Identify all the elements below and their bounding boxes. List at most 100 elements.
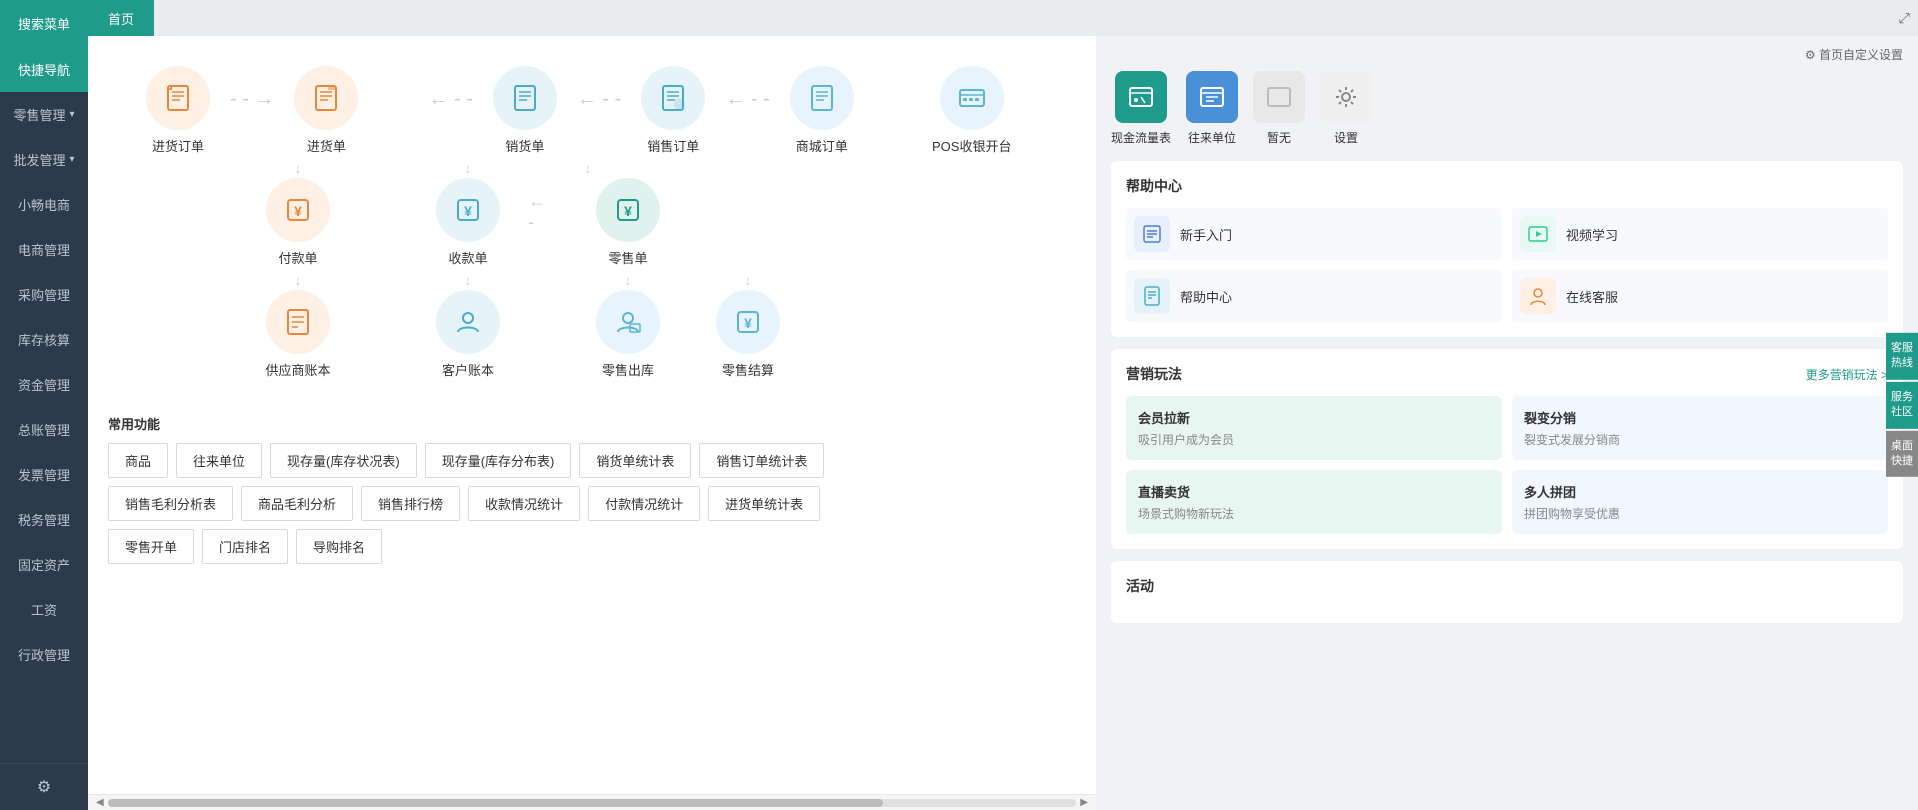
quick-icon-cashflow[interactable]: 现金流量表: [1111, 71, 1171, 146]
sales-slip-icon: [493, 66, 557, 130]
float-btn-desktop[interactable]: 桌面 快捷: [1886, 430, 1918, 477]
sidebar-item-quick-nav[interactable]: 快捷导航: [0, 47, 88, 92]
workflow-node-supplier-account[interactable]: 供应商账本: [238, 290, 358, 379]
func-btn-sales-rank[interactable]: 销售排行榜: [361, 486, 460, 521]
func-btn-retail-order[interactable]: 零售开单: [108, 529, 194, 564]
chevron-down-icon: ▾: [69, 109, 74, 120]
va2-spacer2: [358, 272, 408, 288]
workflow-node-pos[interactable]: POS收银开台: [912, 66, 1032, 155]
svg-text:¥: ¥: [294, 203, 302, 219]
payment-label: 付款单: [278, 248, 317, 267]
sidebar-search-button[interactable]: 搜索菜单: [0, 0, 88, 47]
sidebar-item-tax[interactable]: 税务管理: [0, 497, 88, 542]
sidebar-item-retail[interactable]: 零售管理 ▾: [0, 92, 88, 137]
sidebar-item-purchase[interactable]: 采购管理: [0, 272, 88, 317]
help-item-service[interactable]: 在线客服: [1512, 270, 1888, 322]
func-btn-receipt-stats[interactable]: 收款情况统计: [468, 486, 580, 521]
sidebar-item-invoice[interactable]: 发票管理: [0, 452, 88, 497]
func-btn-guide-rank[interactable]: 导购排名: [296, 529, 382, 564]
func-btn-sales-margin[interactable]: 销售毛利分析表: [108, 486, 233, 521]
workflow-node-purchase-order[interactable]: 进货订单: [118, 66, 238, 155]
arrow-h-retail: ← -: [528, 191, 548, 233]
help-item-newbie[interactable]: 新手入门: [1126, 208, 1502, 260]
quick-icon-settings[interactable]: 设置: [1320, 71, 1372, 146]
sidebar-item-inventory[interactable]: 库存核算: [0, 317, 88, 362]
vert-arrows-row1: ↓ ↓ ↓: [118, 160, 1066, 176]
help-item-video[interactable]: 视频学习: [1512, 208, 1888, 260]
func-btn-product[interactable]: 商品: [108, 443, 168, 478]
func-btn-stock-status[interactable]: 现存量(库存状况表): [270, 443, 417, 478]
group-card-title: 多人拼团: [1524, 482, 1876, 501]
float-btn-service[interactable]: 客服 热线: [1886, 333, 1918, 380]
workflow-node-customer-account[interactable]: 客户账本: [408, 290, 528, 379]
fission-card-title: 裂变分销: [1524, 408, 1876, 427]
service-icon: [1520, 278, 1556, 314]
video-label: 视频学习: [1566, 225, 1618, 244]
help-doc-icon: [1134, 278, 1170, 314]
sidebar-item-ecom[interactable]: 电商管理: [0, 227, 88, 272]
marketing-card-live[interactable]: 直播卖货 场景式购物新玩法: [1126, 470, 1502, 534]
purchase-slip-icon: [294, 66, 358, 130]
supplier-account-label: 供应商账本: [265, 360, 330, 379]
sidebar-settings-button[interactable]: ⚙: [0, 764, 88, 810]
mall-order-icon: [790, 66, 854, 130]
float-btn-community[interactable]: 服务 社区: [1886, 382, 1918, 429]
member-card-title: 会员拉新: [1138, 408, 1490, 427]
sidebar-item-admin[interactable]: 行政管理: [0, 632, 88, 677]
sidebar-item-fixed-assets[interactable]: 固定资产: [0, 542, 88, 587]
workflow-node-retail-settlement[interactable]: ¥ 零售结算: [688, 290, 808, 379]
func-btn-sales-order-stats[interactable]: 销售订单统计表: [699, 443, 824, 478]
va-spacer2: [358, 160, 408, 176]
workflow-node-retail-outbound[interactable]: 零售出库: [568, 290, 688, 379]
help-grid: 新手入门 视频学习 帮助中心: [1126, 208, 1888, 322]
workflow-node-mall-order[interactable]: 商城订单: [762, 66, 882, 155]
sidebar-item-wholesale[interactable]: 批发管理 ▾: [0, 137, 88, 182]
workflow-node-sales-slip[interactable]: 销货单: [465, 66, 585, 155]
tab-home[interactable]: 首页: [88, 0, 154, 36]
sales-order-icon: [641, 66, 705, 130]
func-btn-units[interactable]: 往来单位: [176, 443, 262, 478]
expand-icon[interactable]: ⤢: [1899, 10, 1910, 27]
sidebar-item-general-ledger[interactable]: 总账管理: [0, 407, 88, 452]
marketing-card-group[interactable]: 多人拼团 拼团购物享受优惠: [1512, 470, 1888, 534]
tab-bar: 首页 ⤢: [88, 0, 1918, 36]
va2-3: ↓: [568, 272, 688, 288]
sidebar-item-salary[interactable]: 工资: [0, 587, 88, 632]
service-label: 在线客服: [1566, 287, 1618, 306]
receipt-label: 收款单: [448, 248, 487, 267]
payment-icon: ¥: [266, 178, 330, 242]
quick-icon-partners[interactable]: 往来单位: [1186, 71, 1238, 146]
customize-link[interactable]: ⚙ 首页自定义设置: [1805, 46, 1903, 63]
workflow-node-sales-order[interactable]: 销售订单: [613, 66, 733, 155]
va2-2: ↓: [408, 272, 528, 288]
func-btn-sales-stats[interactable]: 销货单统计表: [579, 443, 691, 478]
retail-icon: ¥: [596, 178, 660, 242]
partners-icon: [1186, 71, 1238, 123]
help-item-help[interactable]: 帮助中心: [1126, 270, 1502, 322]
cashflow-label: 现金流量表: [1111, 129, 1171, 146]
help-center-section: 帮助中心 新手入门 视频学习: [1111, 161, 1903, 337]
quick-icon-none[interactable]: 暂无: [1253, 71, 1305, 146]
func-btn-stock-dist[interactable]: 现存量(库存分布表): [425, 443, 572, 478]
sidebar-item-funds[interactable]: 资金管理: [0, 362, 88, 407]
purchase-slip-label: 进货单: [307, 136, 346, 155]
scroll-left-arrow[interactable]: ◀: [92, 797, 108, 808]
marketing-card-fission[interactable]: 裂变分销 裂变式发展分销商: [1512, 396, 1888, 460]
workflow-node-retail[interactable]: ¥ 零售单: [568, 178, 688, 267]
func-btn-product-margin[interactable]: 商品毛利分析: [241, 486, 353, 521]
func-btn-payment-stats[interactable]: 付款情况统计: [588, 486, 700, 521]
sidebar-item-ecom-small[interactable]: 小畅电商: [0, 182, 88, 227]
sidebar: 搜索菜单 快捷导航 零售管理 ▾ 批发管理 ▾ 小畅电商 电商管理 采购管理 库…: [0, 0, 88, 810]
help-label: 帮助中心: [1180, 287, 1232, 306]
scrollbar-track[interactable]: [108, 799, 1077, 807]
workflow-node-payment[interactable]: ¥ 付款单: [238, 178, 358, 267]
purchase-order-label: 进货订单: [152, 136, 204, 155]
retail-settlement-icon: ¥: [716, 290, 780, 354]
workflow-node-purchase-slip[interactable]: 进货单: [266, 66, 386, 155]
marketing-card-member[interactable]: 会员拉新 吸引用户成为会员: [1126, 396, 1502, 460]
func-btn-store-rank[interactable]: 门店排名: [202, 529, 288, 564]
scroll-right-arrow[interactable]: ▶: [1076, 797, 1092, 808]
more-marketing-link[interactable]: 更多营销玩法 >: [1806, 366, 1888, 383]
func-btn-purchase-stats[interactable]: 进货单统计表: [708, 486, 820, 521]
workflow-node-receipt[interactable]: ¥ 收款单: [408, 178, 528, 267]
